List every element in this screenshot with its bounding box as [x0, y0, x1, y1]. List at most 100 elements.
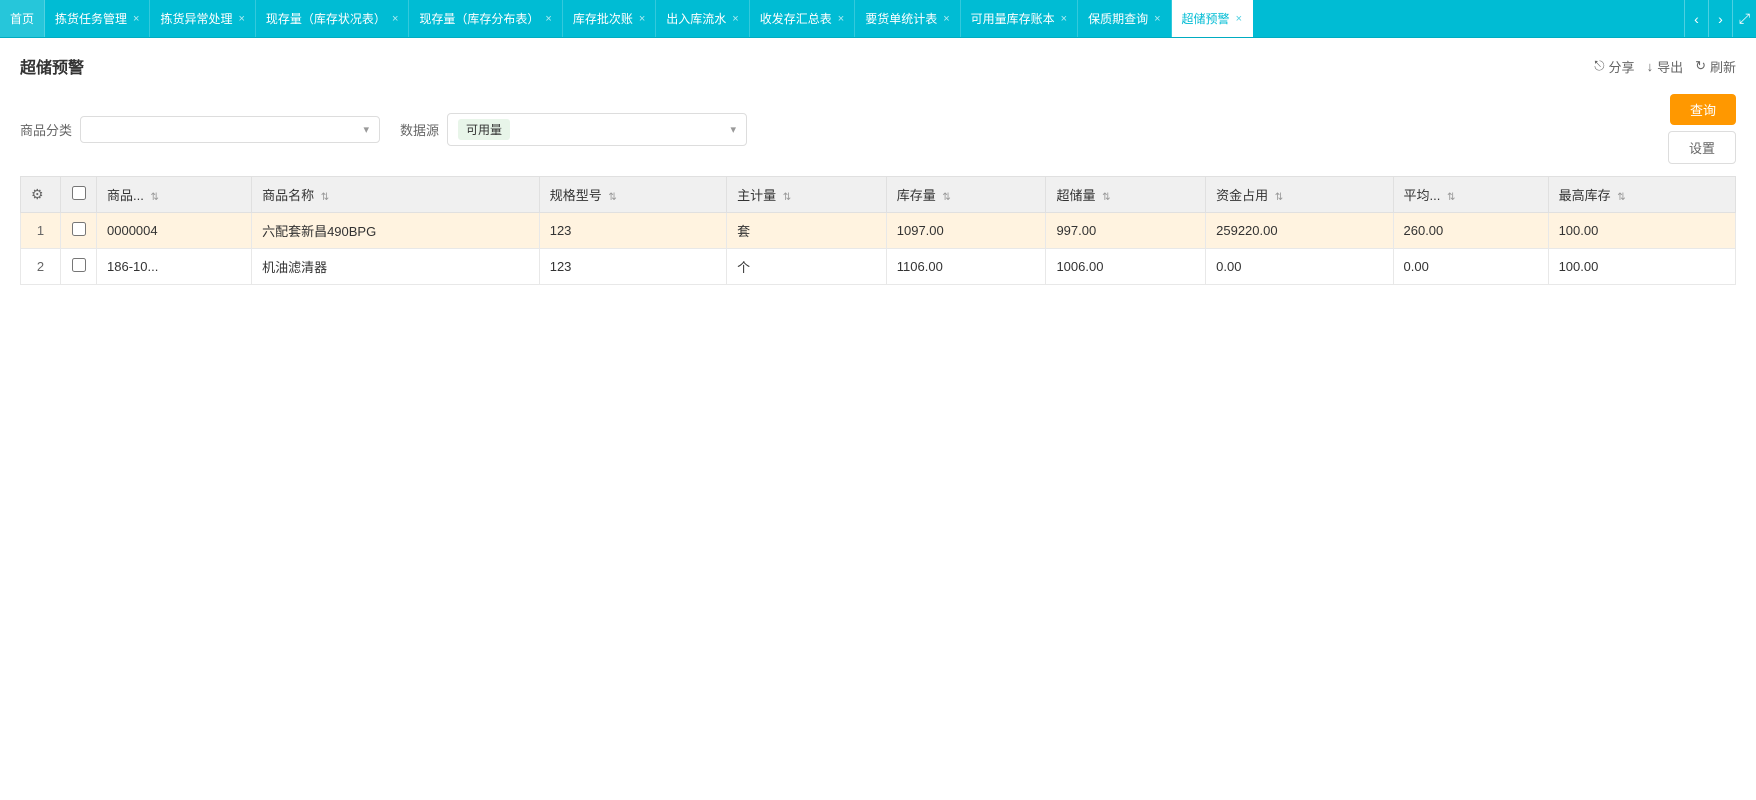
sort-stock-qty-icon: ⇅: [942, 192, 950, 203]
cell-spec: 123: [539, 249, 726, 285]
cell-max-stock: 100.00: [1548, 249, 1735, 285]
header-actions: ⎋ 分享 ↓ 导出 ↻ 刷新: [1594, 57, 1736, 76]
query-button[interactable]: 查询: [1670, 94, 1736, 125]
cell-over-qty: 1006.00: [1046, 249, 1206, 285]
settings-button[interactable]: 设置: [1668, 131, 1736, 164]
nav-tab-order-stats[interactable]: 要货单统计表 ×: [855, 0, 960, 38]
datasource-chevron-down-icon: ▾: [731, 123, 737, 136]
cell-max-stock: 100.00: [1548, 213, 1735, 249]
close-tab-in-out-flow[interactable]: ×: [732, 13, 738, 25]
cell-product-name: 六配套新昌490BPG: [252, 213, 540, 249]
sort-avg-icon: ⇅: [1447, 192, 1455, 203]
table-header-row: ⚙ 商品... ⇅ 商品名称 ⇅ 规格型号 ⇅ 主计量: [21, 177, 1736, 213]
filter-row: 商品分类 ▾ 数据源 可用量 ▾ 查询 设置: [20, 94, 1736, 164]
cell-product-code: 0000004: [97, 213, 252, 249]
page-content: 超储预警 ⎋ 分享 ↓ 导出 ↻ 刷新 商品分类 ▾ 数据源: [0, 38, 1756, 800]
close-tab-collect-summary[interactable]: ×: [838, 13, 844, 25]
row-number: 1: [21, 213, 61, 249]
nav-expand-btn[interactable]: ⤢: [1732, 0, 1756, 38]
sort-unit-icon: ⇅: [783, 192, 791, 203]
filter-category-item: 商品分类 ▾: [20, 116, 380, 143]
nav-tab-available-ledger[interactable]: 可用量库存账本 ×: [961, 0, 1078, 38]
nav-arrows: ‹ › ⤢: [1684, 0, 1756, 38]
cell-avg: 0.00: [1393, 249, 1548, 285]
row-checkbox-cell: [61, 213, 97, 249]
nav-tab-expiry-query[interactable]: 保质期查询 ×: [1078, 0, 1171, 38]
row-select-checkbox[interactable]: [72, 222, 86, 236]
close-tab-overstock-warning[interactable]: ×: [1236, 13, 1242, 25]
cell-over-qty: 997.00: [1046, 213, 1206, 249]
page-title: 超储预警: [20, 54, 84, 78]
top-nav: 首页 拣货任务管理 × 拣货异常处理 × 现存量（库存状况表） × 现存量（库存…: [0, 0, 1756, 38]
sort-max-stock-icon: ⇅: [1617, 192, 1625, 203]
column-settings-icon[interactable]: ⚙: [31, 186, 44, 202]
th-stock-qty[interactable]: 库存量 ⇅: [886, 177, 1046, 213]
th-avg[interactable]: 平均... ⇅: [1393, 177, 1548, 213]
sort-product-name-icon: ⇅: [321, 192, 329, 203]
close-tab-order-stats[interactable]: ×: [943, 13, 949, 25]
nav-tab-stock-status[interactable]: 现存量（库存状况表） ×: [256, 0, 409, 38]
th-settings: ⚙: [21, 177, 61, 213]
refresh-icon: ↻: [1695, 58, 1706, 74]
cell-avg: 260.00: [1393, 213, 1548, 249]
th-product-code[interactable]: 商品... ⇅: [97, 177, 252, 213]
close-tab-stock-dist[interactable]: ×: [545, 13, 551, 25]
filter-datasource-item: 数据源 可用量 ▾: [400, 113, 747, 146]
row-number: 2: [21, 249, 61, 285]
cell-stock-qty: 1097.00: [886, 213, 1046, 249]
th-over-qty[interactable]: 超储量 ⇅: [1046, 177, 1206, 213]
sort-over-qty-icon: ⇅: [1102, 192, 1110, 203]
nav-tab-stock-dist[interactable]: 现存量（库存分布表） ×: [409, 0, 562, 38]
nav-tab-overstock-warning[interactable]: 超储预警 ×: [1172, 0, 1253, 38]
close-tab-batch-account[interactable]: ×: [639, 13, 645, 25]
cell-unit: 套: [727, 213, 887, 249]
cell-capital-use: 0.00: [1206, 249, 1393, 285]
export-button[interactable]: ↓ 导出: [1647, 57, 1684, 76]
filter-category-select[interactable]: ▾: [80, 116, 380, 143]
share-button[interactable]: ⎋ 分享: [1594, 57, 1634, 76]
cell-stock-qty: 1106.00: [886, 249, 1046, 285]
filter-datasource-value: 可用量: [458, 119, 510, 140]
refresh-button[interactable]: ↻ 刷新: [1695, 57, 1736, 76]
cell-product-code: 186-10...: [97, 249, 252, 285]
data-table: ⚙ 商品... ⇅ 商品名称 ⇅ 规格型号 ⇅ 主计量: [20, 176, 1736, 285]
close-tab-task-mgmt[interactable]: ×: [133, 13, 139, 25]
filter-category-label: 商品分类: [20, 120, 72, 139]
row-select-checkbox[interactable]: [72, 258, 86, 272]
filter-datasource-label: 数据源: [400, 120, 439, 139]
nav-prev-btn[interactable]: ‹: [1684, 0, 1708, 38]
th-spec[interactable]: 规格型号 ⇅: [539, 177, 726, 213]
select-all-checkbox[interactable]: [72, 186, 86, 200]
th-checkbox: [61, 177, 97, 213]
sort-spec-icon: ⇅: [608, 192, 616, 203]
close-tab-expiry-query[interactable]: ×: [1154, 13, 1160, 25]
chevron-down-icon: ▾: [363, 123, 369, 136]
th-unit[interactable]: 主计量 ⇅: [727, 177, 887, 213]
cell-spec: 123: [539, 213, 726, 249]
nav-next-btn[interactable]: ›: [1708, 0, 1732, 38]
close-tab-stock-status[interactable]: ×: [392, 13, 398, 25]
th-max-stock[interactable]: 最高库存 ⇅: [1548, 177, 1735, 213]
nav-tab-collect-summary[interactable]: 收发存汇总表 ×: [750, 0, 855, 38]
nav-tab-in-out-flow[interactable]: 出入库流水 ×: [656, 0, 749, 38]
share-icon: ⎋: [1594, 58, 1604, 74]
th-product-name[interactable]: 商品名称 ⇅: [252, 177, 540, 213]
filter-category-value: [91, 122, 95, 137]
nav-tab-batch-account[interactable]: 库存批次账 ×: [563, 0, 656, 38]
cell-unit: 个: [727, 249, 887, 285]
nav-tab-abnormal[interactable]: 拣货异常处理 ×: [150, 0, 255, 38]
row-checkbox-cell: [61, 249, 97, 285]
table-row: 1 0000004 六配套新昌490BPG 123 套 1097.00 997.…: [21, 213, 1736, 249]
close-tab-abnormal[interactable]: ×: [238, 13, 244, 25]
nav-tab-home[interactable]: 首页: [0, 0, 45, 38]
cell-capital-use: 259220.00: [1206, 213, 1393, 249]
th-capital-use[interactable]: 资金占用 ⇅: [1206, 177, 1393, 213]
close-tab-available-ledger[interactable]: ×: [1061, 13, 1067, 25]
export-icon: ↓: [1647, 59, 1654, 74]
table-row: 2 186-10... 机油滤清器 123 个 1106.00 1006.00 …: [21, 249, 1736, 285]
sort-capital-use-icon: ⇅: [1275, 192, 1283, 203]
page-header: 超储预警 ⎋ 分享 ↓ 导出 ↻ 刷新: [20, 54, 1736, 78]
filter-datasource-select[interactable]: 可用量 ▾: [447, 113, 747, 146]
cell-product-name: 机油滤清器: [252, 249, 540, 285]
nav-tab-task-mgmt[interactable]: 拣货任务管理 ×: [45, 0, 150, 38]
